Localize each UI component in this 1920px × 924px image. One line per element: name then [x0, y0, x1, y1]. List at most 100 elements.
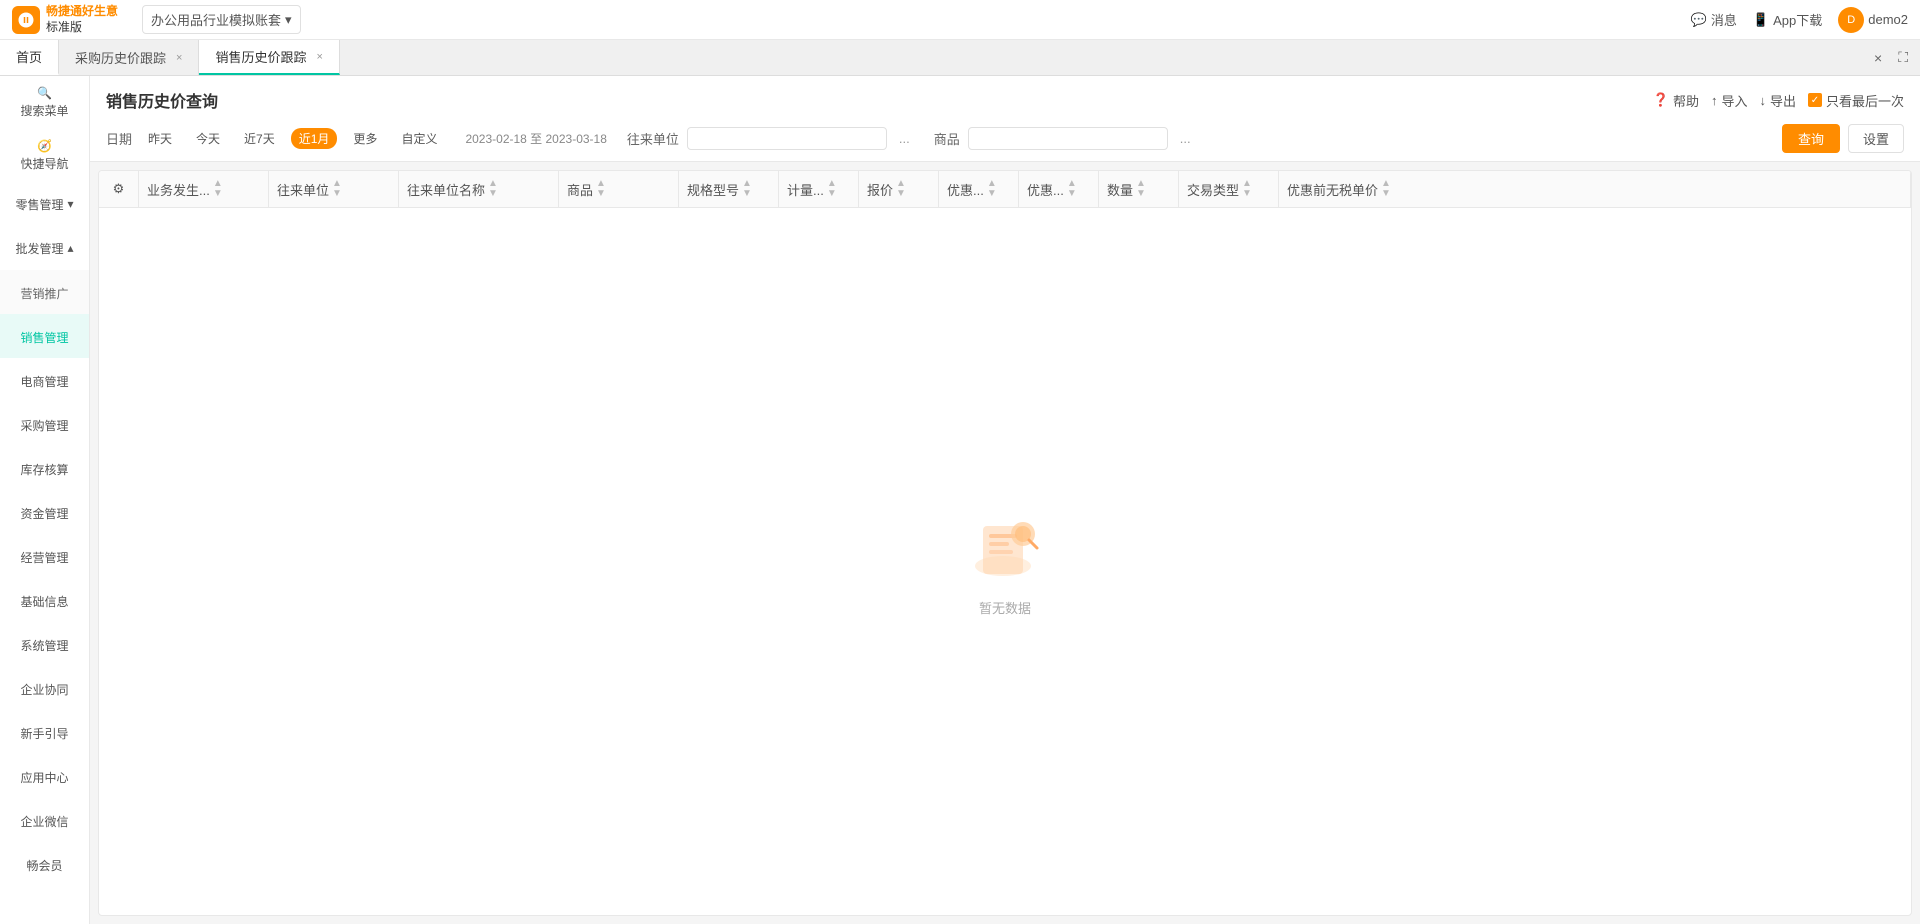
- sidebar-item-biz-mgmt[interactable]: 经营管理: [0, 534, 89, 578]
- sidebar-item-quick-nav[interactable]: 🧭 快捷导航: [0, 129, 89, 182]
- user-menu[interactable]: D demo2: [1838, 7, 1908, 33]
- settings-icon[interactable]: ⚙: [113, 181, 125, 197]
- date-btn-1month[interactable]: 近1月: [291, 128, 338, 149]
- th-trade-type[interactable]: 交易类型 ▲▼: [1179, 171, 1279, 207]
- th-discount1[interactable]: 优惠... ▲▼: [939, 171, 1019, 207]
- th-no-tax[interactable]: 优惠前无税单价 ▲▼: [1279, 171, 1911, 207]
- only-latest-checkbox[interactable]: [1808, 93, 1822, 107]
- th-date[interactable]: 业务发生... ▲▼: [139, 171, 269, 207]
- sidebar-item-enterprise-wechat[interactable]: 企业微信: [0, 798, 89, 842]
- sidebar-item-finance-mgmt[interactable]: 资金管理: [0, 490, 89, 534]
- page-header: 销售历史价查询 ❓ 帮助 ↑ 导入 ↓ 导出: [90, 76, 1920, 162]
- sidebar-item-purchase-mgmt[interactable]: 采购管理: [0, 402, 89, 446]
- sort-date-icon[interactable]: ▲▼: [213, 179, 223, 199]
- sort-partner-code-icon[interactable]: ▲▼: [332, 179, 342, 199]
- th-qty[interactable]: 数量 ▲▼: [1099, 171, 1179, 207]
- sort-unit-icon[interactable]: ▲▼: [827, 179, 837, 199]
- th-partner-code[interactable]: 往来单位 ▲▼: [269, 171, 399, 207]
- top-bar: 畅捷通好生意 标准版 办公用品行业模拟账套 ▾ 💬 消息 📱 App下载 D d…: [0, 0, 1920, 40]
- product-label: 商品: [934, 129, 960, 148]
- message-icon: 💬: [1691, 12, 1707, 28]
- sidebar-item-sales-mgmt[interactable]: 销售管理: [0, 314, 89, 358]
- tab-home[interactable]: 首页: [0, 40, 59, 75]
- th-partner-name[interactable]: 往来单位名称 ▲▼: [399, 171, 559, 207]
- date-btn-more[interactable]: 更多: [345, 128, 385, 149]
- sidebar-item-enterprise-collab[interactable]: 企业协同: [0, 666, 89, 710]
- settings-button[interactable]: 设置: [1848, 124, 1904, 153]
- th-discount2[interactable]: 优惠... ▲▼: [1019, 171, 1099, 207]
- export-icon: ↓: [1759, 93, 1766, 108]
- sidebar-item-newbie-guide-label: 新手引导: [20, 725, 68, 742]
- tab-purchase-history-close[interactable]: ×: [176, 52, 182, 64]
- account-selector[interactable]: 办公用品行业模拟账套 ▾: [142, 5, 301, 34]
- sidebar-item-wholesale-mgmt-label: 批发管理: [15, 240, 63, 257]
- sort-discount1-icon[interactable]: ▲▼: [987, 179, 997, 199]
- sidebar-item-newbie-guide[interactable]: 新手引导: [0, 710, 89, 754]
- sidebar-item-biz-mgmt-label: 经营管理: [20, 549, 68, 566]
- sidebar-item-enterprise-wechat-label: 企业微信: [20, 813, 68, 830]
- product-input[interactable]: [968, 127, 1168, 150]
- sort-partner-name-icon[interactable]: ▲▼: [488, 179, 498, 199]
- sidebar-item-marketing[interactable]: 营销推广: [0, 270, 89, 314]
- sidebar-item-wholesale-mgmt[interactable]: 批发管理 ▴: [0, 226, 89, 270]
- th-price[interactable]: 报价 ▲▼: [859, 171, 939, 207]
- import-button[interactable]: ↑ 导入: [1711, 91, 1748, 110]
- sidebar-item-app-center[interactable]: 应用中心: [0, 754, 89, 798]
- tab-sales-history-close[interactable]: ×: [316, 51, 322, 63]
- tab-bar-controls: × ⛶: [1870, 40, 1920, 75]
- th-product[interactable]: 商品 ▲▼: [559, 171, 679, 207]
- sidebar-item-ecommerce-mgmt[interactable]: 电商管理: [0, 358, 89, 402]
- logo-line2: 标准版: [46, 20, 118, 36]
- only-latest-toggle[interactable]: 只看最后一次: [1808, 91, 1904, 110]
- th-settings[interactable]: ⚙: [99, 171, 139, 207]
- sidebar-item-membership[interactable]: 畅会员: [0, 842, 89, 886]
- tab-close-all-button[interactable]: ×: [1870, 48, 1886, 68]
- empty-state: 暂无数据: [965, 506, 1045, 617]
- th-spec[interactable]: 规格型号 ▲▼: [679, 171, 779, 207]
- th-product-label: 商品: [567, 180, 593, 199]
- sidebar-item-quick-nav-label: 快捷导航: [20, 155, 68, 172]
- th-price-label: 报价: [867, 180, 893, 199]
- sidebar-item-system-mgmt[interactable]: 系统管理: [0, 622, 89, 666]
- partner-input[interactable]: [687, 127, 887, 150]
- import-icon: ↑: [1711, 93, 1718, 108]
- date-btn-custom[interactable]: 自定义: [393, 128, 445, 149]
- query-button[interactable]: 查询: [1782, 124, 1840, 153]
- sort-trade-type-icon[interactable]: ▲▼: [1242, 179, 1252, 199]
- sort-spec-icon[interactable]: ▲▼: [742, 179, 752, 199]
- tab-purchase-history[interactable]: 采购历史价跟踪 ×: [59, 40, 199, 75]
- sidebar-item-basic-info[interactable]: 基础信息: [0, 578, 89, 622]
- help-button[interactable]: ❓ 帮助: [1653, 91, 1699, 110]
- th-discount2-label: 优惠...: [1027, 180, 1064, 199]
- date-btn-today[interactable]: 今天: [188, 128, 228, 149]
- date-btn-7days[interactable]: 近7天: [236, 128, 283, 149]
- sort-discount2-icon[interactable]: ▲▼: [1067, 179, 1077, 199]
- chevron-down-icon: ▾: [285, 12, 292, 28]
- app-download-button[interactable]: 📱 App下载: [1753, 10, 1822, 29]
- sidebar-item-inventory[interactable]: 库存核算: [0, 446, 89, 490]
- partner-dots-button[interactable]: ...: [895, 131, 914, 146]
- sidebar-item-system-mgmt-label: 系统管理: [20, 637, 68, 654]
- partner-filter-group: 往来单位 ...: [627, 127, 914, 150]
- help-label: 帮助: [1673, 91, 1699, 110]
- product-filter-group: 商品 ...: [934, 127, 1195, 150]
- th-unit[interactable]: 计量... ▲▼: [779, 171, 859, 207]
- sort-qty-icon[interactable]: ▲▼: [1136, 179, 1146, 199]
- tab-home-label: 首页: [16, 47, 42, 66]
- sort-no-tax-icon[interactable]: ▲▼: [1381, 179, 1391, 199]
- tab-sales-history[interactable]: 销售历史价跟踪 ×: [199, 40, 339, 75]
- sidebar-item-search-menu-label: 搜索菜单: [20, 102, 68, 119]
- export-button[interactable]: ↓ 导出: [1759, 91, 1796, 110]
- tab-expand-button[interactable]: ⛶: [1894, 47, 1912, 68]
- table-body: 暂无数据: [99, 208, 1911, 915]
- account-label: 办公用品行业模拟账套: [151, 10, 281, 29]
- msg-button[interactable]: 💬 消息: [1691, 10, 1737, 29]
- date-range-group: 2023-02-18 至 2023-03-18: [465, 130, 606, 147]
- sidebar-item-retail-mgmt[interactable]: 零售管理 ▾: [0, 182, 89, 226]
- sort-product-icon[interactable]: ▲▼: [596, 179, 606, 199]
- sort-price-icon[interactable]: ▲▼: [896, 179, 906, 199]
- product-dots-button[interactable]: ...: [1176, 131, 1195, 146]
- sidebar-item-search-menu[interactable]: 🔍 搜索菜单: [0, 76, 89, 129]
- date-btn-yesterday[interactable]: 昨天: [140, 128, 180, 149]
- phone-icon: 📱: [1753, 12, 1769, 28]
